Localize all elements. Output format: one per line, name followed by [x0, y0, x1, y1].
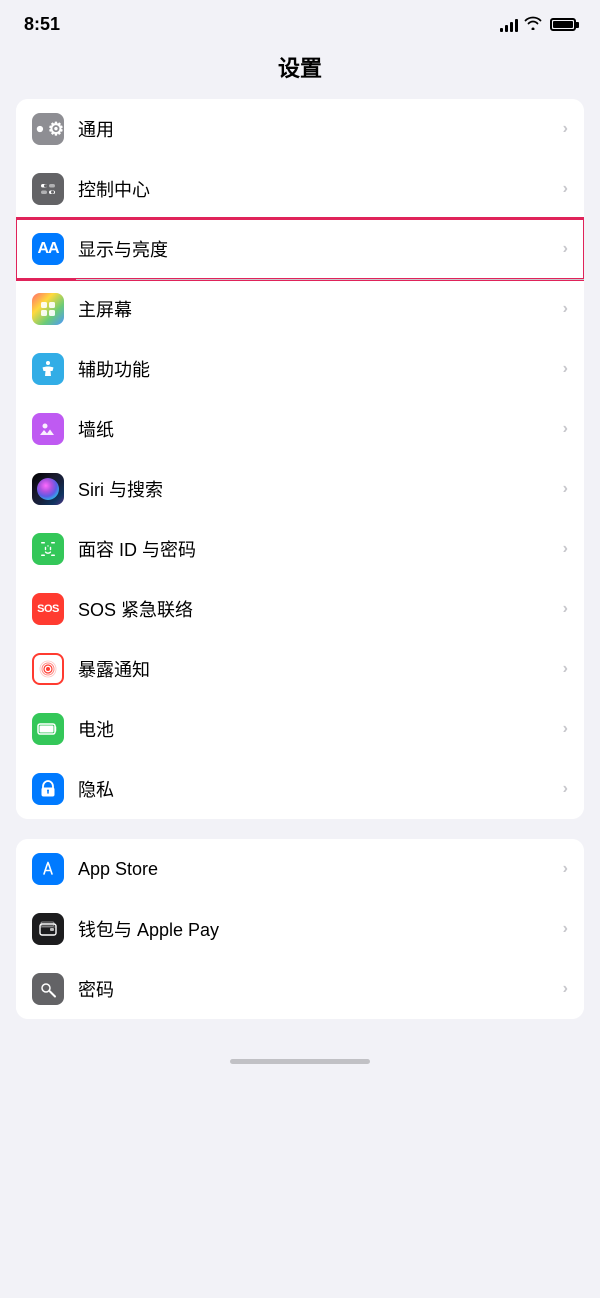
status-bar: 8:51	[0, 0, 600, 43]
general-chevron: ›	[563, 120, 568, 138]
status-time: 8:51	[24, 14, 60, 35]
wallet-label: 钱包与 Apple Pay	[78, 916, 563, 942]
settings-row-siri[interactable]: Siri 与搜索 ›	[16, 459, 584, 519]
settings-row-homescreen[interactable]: 主屏幕 ›	[16, 279, 584, 339]
privacy-chevron: ›	[563, 780, 568, 798]
siri-label: Siri 与搜索	[78, 476, 563, 502]
battery-label: 电池	[78, 716, 563, 742]
settings-row-general[interactable]: ⚙ 通用 ›	[16, 99, 584, 159]
page-title-container: 设置	[0, 43, 600, 99]
exposure-label: 暴露通知	[78, 656, 563, 682]
homescreen-chevron: ›	[563, 300, 568, 318]
settings-row-sos[interactable]: SOS SOS 紧急联络 ›	[16, 579, 584, 639]
exposure-icon	[32, 653, 64, 685]
wallpaper-chevron: ›	[563, 420, 568, 438]
accessibility-icon	[32, 353, 64, 385]
sos-label: SOS 紧急联络	[78, 596, 563, 622]
privacy-icon	[32, 773, 64, 805]
settings-row-appstore[interactable]: App Store ›	[16, 839, 584, 899]
settings-row-battery[interactable]: 电池 ›	[16, 699, 584, 759]
wifi-icon	[524, 16, 542, 33]
accessibility-label: 辅助功能	[78, 356, 563, 382]
battery-settings-icon	[32, 713, 64, 745]
settings-row-password[interactable]: 密码 ›	[16, 959, 584, 1019]
settings-group-2: App Store › 钱包与 Apple Pay › 密码 ›	[16, 839, 584, 1019]
appstore-chevron: ›	[563, 860, 568, 878]
settings-row-privacy[interactable]: 隐私 ›	[16, 759, 584, 819]
toggles-icon	[32, 173, 64, 205]
faceid-label: 面容 ID 与密码	[78, 536, 563, 562]
homescreen-icon	[32, 293, 64, 325]
control-center-chevron: ›	[563, 180, 568, 198]
settings-row-control-center[interactable]: 控制中心 ›	[16, 159, 584, 219]
wallet-chevron: ›	[563, 920, 568, 938]
privacy-label: 隐私	[78, 776, 563, 802]
general-label: 通用	[78, 116, 563, 142]
appstore-label: App Store	[78, 859, 563, 880]
settings-group-1: ⚙ 通用 › 控制中心 › AA 显示与亮度 ›	[16, 99, 584, 819]
settings-row-exposure[interactable]: 暴露通知 ›	[16, 639, 584, 699]
sos-chevron: ›	[563, 600, 568, 618]
password-icon	[32, 973, 64, 1005]
homescreen-label: 主屏幕	[78, 296, 563, 322]
home-bar	[230, 1059, 370, 1064]
exposure-chevron: ›	[563, 660, 568, 678]
faceid-icon	[32, 533, 64, 565]
siri-icon	[32, 473, 64, 505]
display-label: 显示与亮度	[78, 236, 563, 262]
battery-icon	[550, 18, 576, 31]
siri-chevron: ›	[563, 480, 568, 498]
display-icon: AA	[32, 233, 64, 265]
gear-icon: ⚙	[32, 113, 64, 145]
settings-row-wallet[interactable]: 钱包与 Apple Pay ›	[16, 899, 584, 959]
page-title: 设置	[278, 56, 322, 81]
wallpaper-label: 墙纸	[78, 416, 563, 442]
faceid-chevron: ›	[563, 540, 568, 558]
settings-row-accessibility[interactable]: 辅助功能 ›	[16, 339, 584, 399]
wallpaper-icon	[32, 413, 64, 445]
settings-row-wallpaper[interactable]: 墙纸 ›	[16, 399, 584, 459]
sos-icon: SOS	[32, 593, 64, 625]
password-label: 密码	[78, 976, 563, 1002]
accessibility-chevron: ›	[563, 360, 568, 378]
password-chevron: ›	[563, 980, 568, 998]
wallet-icon	[32, 913, 64, 945]
status-icons	[500, 16, 576, 33]
home-indicator	[0, 1039, 600, 1072]
settings-row-faceid[interactable]: 面容 ID 与密码 ›	[16, 519, 584, 579]
display-chevron: ›	[563, 240, 568, 258]
appstore-icon	[32, 853, 64, 885]
battery-chevron: ›	[563, 720, 568, 738]
signal-icon	[500, 18, 518, 32]
control-center-label: 控制中心	[78, 176, 563, 202]
settings-row-display[interactable]: AA 显示与亮度 ›	[16, 219, 584, 279]
